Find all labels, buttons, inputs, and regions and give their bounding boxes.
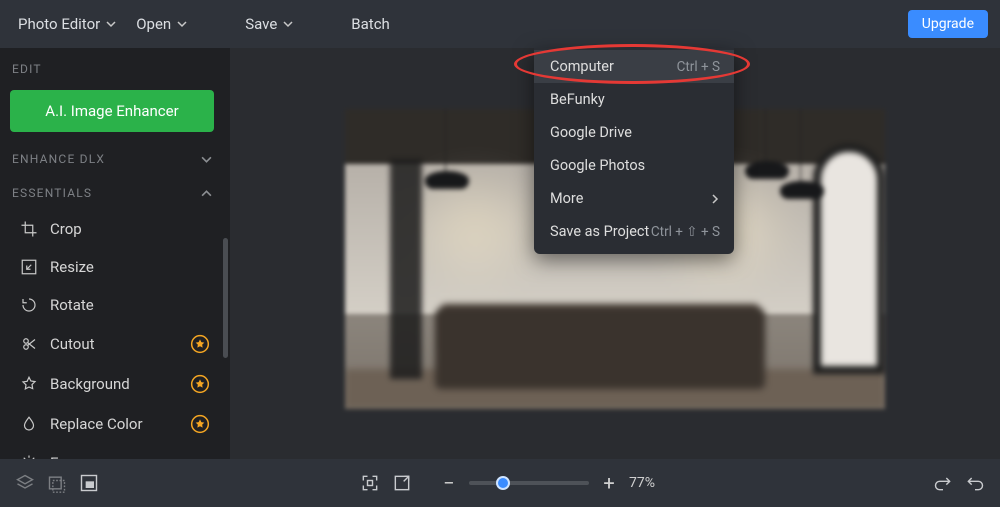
redo-icon[interactable] — [932, 472, 954, 494]
tool-background[interactable]: Background — [0, 364, 224, 404]
sidebar: EDIT A.I. Image Enhancer ENHANCE DLX ESS… — [0, 48, 230, 459]
tool-resize[interactable]: Resize — [0, 248, 224, 286]
tool-replacecolor[interactable]: Replace Color — [0, 404, 224, 444]
premium-star-icon — [190, 334, 210, 354]
premium-star-icon — [190, 414, 210, 434]
save-dropdown: Computer Ctrl + S BeFunky Google Drive Googl… — [534, 48, 734, 254]
actual-size-icon[interactable] — [391, 472, 413, 494]
replacecolor-icon — [20, 415, 38, 433]
chevron-right-icon — [710, 194, 720, 204]
tool-list: Crop Resize Rotate Cutout Background Replace … — [0, 210, 224, 459]
chevron-down-icon — [201, 154, 212, 165]
tool-label: Rotate — [50, 296, 94, 314]
dropdown-item-label: Computer — [550, 58, 614, 75]
shortcut-label: Ctrl + ⇧ + S — [651, 224, 720, 240]
tool-label: Crop — [50, 220, 82, 238]
open-menu-button[interactable]: Open — [122, 9, 201, 39]
save-menu-button[interactable]: Save — [231, 9, 307, 39]
sidebar-scrollbar[interactable] — [223, 238, 228, 418]
resize-icon — [20, 258, 38, 276]
undo-icon[interactable] — [964, 472, 986, 494]
panel-label: ESSENTIALS — [12, 186, 92, 200]
fit-screen-icon[interactable] — [359, 472, 381, 494]
body: EDIT A.I. Image Enhancer ENHANCE DLX ESS… — [0, 48, 1000, 459]
save-option-google-photos[interactable]: Google Photos — [534, 149, 734, 182]
chevron-down-icon — [106, 19, 116, 29]
brand-label: Photo Editor — [18, 15, 100, 33]
ai-image-enhancer-button[interactable]: A.I. Image Enhancer — [10, 90, 214, 132]
crop-icon — [20, 220, 38, 238]
bottom-bar: − + 77% — [0, 459, 1000, 507]
tool-label: Background — [50, 375, 130, 393]
save-option-befunky[interactable]: BeFunky — [534, 83, 734, 116]
layers-icon[interactable] — [14, 472, 36, 494]
panel-essentials[interactable]: ESSENTIALS — [0, 176, 224, 210]
tool-label: Cutout — [50, 335, 95, 353]
chevron-up-icon — [201, 188, 212, 199]
dropdown-item-label: BeFunky — [550, 91, 605, 108]
background-icon — [20, 375, 38, 393]
zoom-slider[interactable] — [469, 481, 589, 485]
batch-label: Batch — [351, 15, 390, 33]
brand-switcher[interactable]: Photo Editor — [12, 11, 122, 37]
panel-enhance-dlx[interactable]: ENHANCE DLX — [0, 142, 224, 176]
tool-exposure[interactable]: Exposure — [0, 444, 224, 459]
zoom-percent-label: 77% — [629, 475, 673, 491]
save-option-save-as-project[interactable]: Save as ProjectCtrl + ⇧ + S — [534, 215, 734, 248]
zoom-slider-thumb[interactable] — [496, 476, 510, 490]
tool-label: Resize — [50, 258, 94, 276]
dropdown-item-label: Google Photos — [550, 157, 645, 174]
compare-icon[interactable] — [46, 472, 68, 494]
dropdown-item-label: More — [550, 190, 583, 207]
top-bar: Photo Editor Open Save Batch Upgrade — [0, 0, 1000, 48]
exposure-icon — [20, 454, 38, 459]
shortcut-label: Ctrl + S — [677, 59, 720, 75]
open-label: Open — [136, 15, 171, 33]
tool-label: Exposure — [50, 454, 112, 459]
dropdown-item-label: Google Drive — [550, 124, 632, 141]
cutout-icon — [20, 335, 38, 353]
zoom-in-button[interactable]: + — [599, 471, 619, 495]
zoom-out-button[interactable]: − — [439, 471, 459, 495]
canvas-extent-icon[interactable] — [78, 472, 100, 494]
save-label: Save — [245, 15, 277, 33]
upgrade-button[interactable]: Upgrade — [908, 10, 988, 38]
tool-crop[interactable]: Crop — [0, 210, 224, 248]
sidebar-scrollbar-thumb[interactable] — [223, 238, 228, 358]
dropdown-item-label: Save as Project — [550, 223, 649, 240]
panel-label: ENHANCE DLX — [12, 152, 105, 166]
tool-rotate[interactable]: Rotate — [0, 286, 224, 324]
rotate-icon — [20, 296, 38, 314]
chevron-down-icon — [177, 19, 187, 29]
upgrade-label: Upgrade — [922, 16, 974, 32]
chevron-down-icon — [283, 19, 293, 29]
ai-image-enhancer-label: A.I. Image Enhancer — [45, 102, 178, 120]
premium-star-icon — [190, 374, 210, 394]
section-label-edit: EDIT — [0, 48, 224, 84]
tool-label: Replace Color — [50, 415, 143, 433]
tool-cutout[interactable]: Cutout — [0, 324, 224, 364]
save-option-google-drive[interactable]: Google Drive — [534, 116, 734, 149]
save-option-computer[interactable]: Computer Ctrl + S — [534, 50, 734, 83]
batch-button[interactable]: Batch — [337, 9, 404, 39]
save-option-more[interactable]: More — [534, 182, 734, 215]
